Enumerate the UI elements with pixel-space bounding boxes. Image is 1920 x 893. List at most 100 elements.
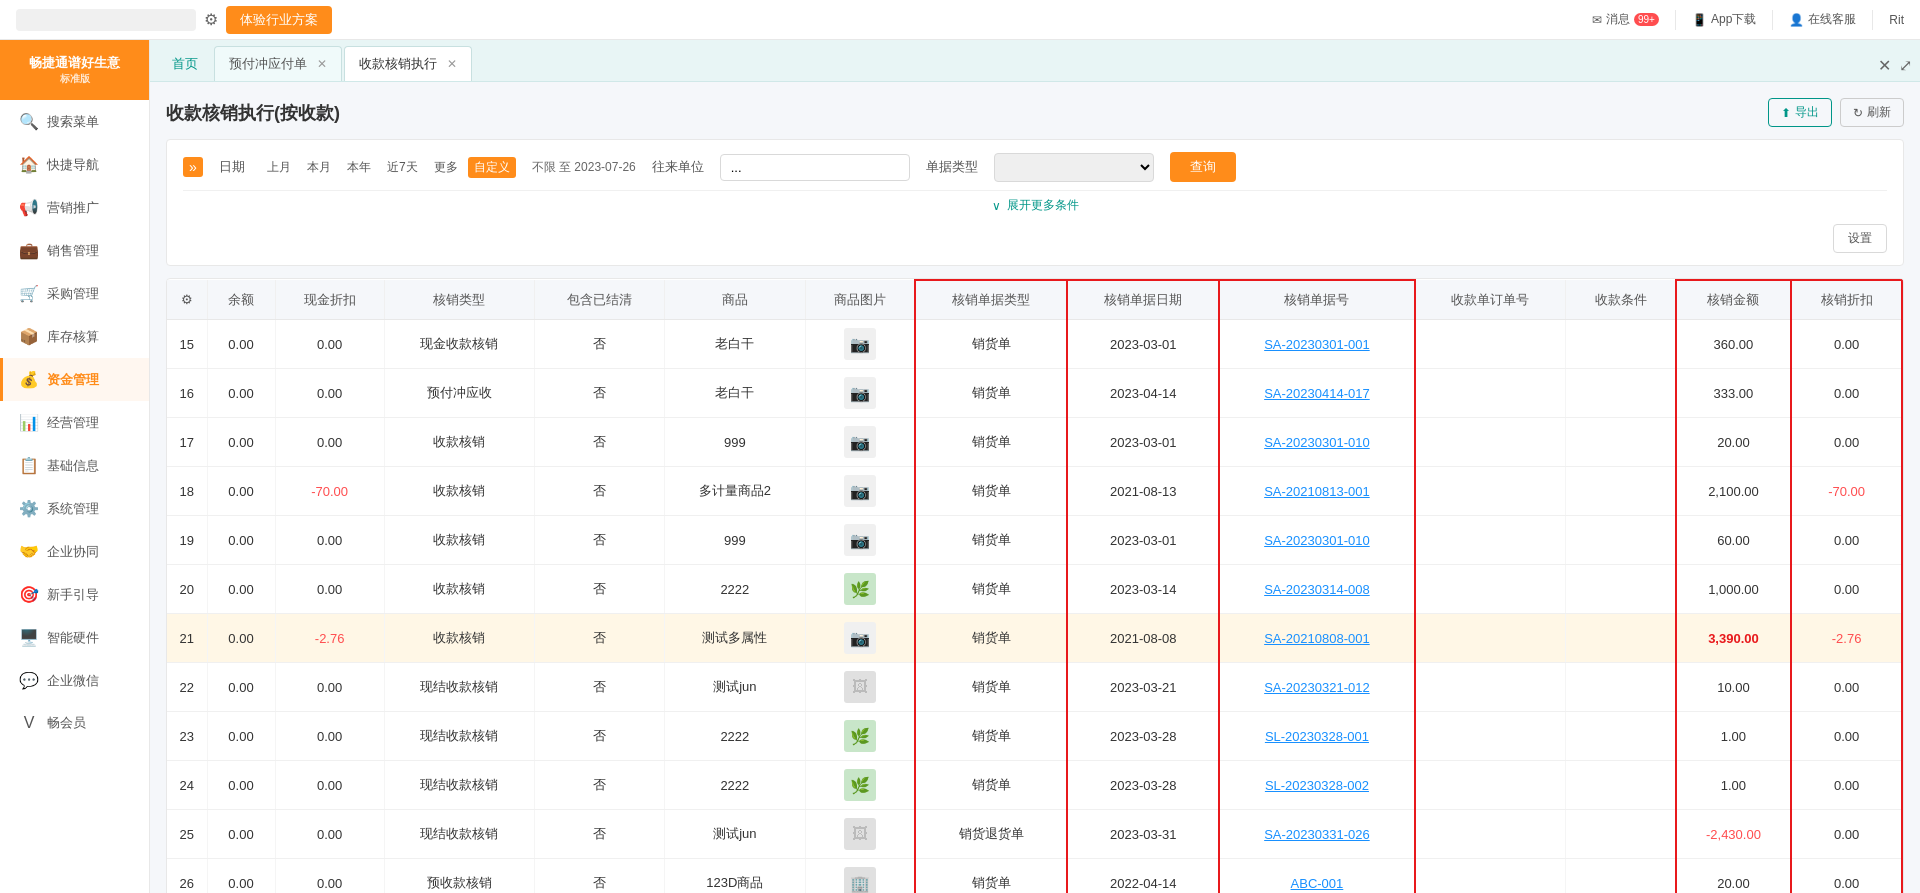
sidebar-item-guide[interactable]: 🎯 新手引导 xyxy=(0,573,149,616)
table-row: 210.00-2.76收款核销否测试多属性📷销货单2021-08-08SA-20… xyxy=(167,614,1902,663)
cell-writeoff-bill-no[interactable]: SA-20230301-010 xyxy=(1219,418,1414,467)
cell-writeoff-bill-no[interactable]: ABC-001 xyxy=(1219,859,1414,894)
tab-close-window-btn[interactable]: ✕ xyxy=(1878,56,1891,75)
date-btn-last-month[interactable]: 上月 xyxy=(261,157,297,178)
cell-writeoff-bill-date: 2023-03-31 xyxy=(1067,810,1219,859)
cell-writeoff-bill-no[interactable]: SA-20230314-008 xyxy=(1219,565,1414,614)
page-actions: ⬆ 导出 ↻ 刷新 xyxy=(1768,98,1904,127)
cell-writeoff-bill-no[interactable]: SA-20230331-026 xyxy=(1219,810,1414,859)
query-btn[interactable]: 查询 xyxy=(1170,152,1236,182)
online-service-btn[interactable]: 👤 在线客服 xyxy=(1789,11,1856,28)
setting-btn[interactable]: 设置 xyxy=(1833,224,1887,253)
cell-writeoff-bill-no[interactable]: SA-20230301-010 xyxy=(1219,516,1414,565)
sidebar-item-enterprise[interactable]: 🤝 企业协同 xyxy=(0,530,149,573)
sidebar-item-inventory[interactable]: 📦 库存核算 xyxy=(0,315,149,358)
th-writeoff-amount: 核销金额 xyxy=(1676,280,1791,320)
refresh-icon: ↻ xyxy=(1853,106,1863,120)
sidebar-item-business[interactable]: 📊 经营管理 xyxy=(0,401,149,444)
tab-writeoff[interactable]: 收款核销执行 ✕ xyxy=(344,46,472,81)
message-btn[interactable]: ✉ 消息 99+ xyxy=(1592,11,1659,28)
date-btn-more[interactable]: 更多 xyxy=(428,157,464,178)
sidebar-label-inventory: 库存核算 xyxy=(47,328,99,346)
sidebar-item-capital[interactable]: 💰 资金管理 xyxy=(0,358,149,401)
sidebar-item-sales[interactable]: 💼 销售管理 xyxy=(0,229,149,272)
tab-prepay-close[interactable]: ✕ xyxy=(317,57,327,71)
cell-writeoff-bill-type: 销货单 xyxy=(915,418,1067,467)
cell-receipt-condition xyxy=(1566,467,1676,516)
sidebar-item-hardware[interactable]: 🖥️ 智能硬件 xyxy=(0,616,149,659)
cell-writeoff-bill-type: 销货单 xyxy=(915,369,1067,418)
cell-writeoff-discount: 0.00 xyxy=(1791,320,1902,369)
cell-writeoff-bill-no[interactable]: SL-20230328-001 xyxy=(1219,712,1414,761)
cell-writeoff-bill-no[interactable]: SA-20230301-001 xyxy=(1219,320,1414,369)
cell-writeoff-bill-no[interactable]: SA-20230414-017 xyxy=(1219,369,1414,418)
table-row: 150.000.00现金收款核销否老白干📷销货单2023-03-01SA-202… xyxy=(167,320,1902,369)
cell-writeoff-type: 现结收款核销 xyxy=(384,663,534,712)
cell-receipt-order-no xyxy=(1415,663,1566,712)
search-input[interactable] xyxy=(16,9,196,31)
cell-writeoff-bill-date: 2021-08-08 xyxy=(1067,614,1219,663)
sidebar-item-basic[interactable]: 📋 基础信息 xyxy=(0,444,149,487)
cell-balance: 0.00 xyxy=(207,369,275,418)
sidebar-item-marketing[interactable]: 📢 营销推广 xyxy=(0,186,149,229)
sidebar-label-purchase: 采购管理 xyxy=(47,285,99,303)
cell-goods: 999 xyxy=(664,516,805,565)
refresh-btn[interactable]: ↻ 刷新 xyxy=(1840,98,1904,127)
cell-writeoff-bill-no[interactable]: SA-20210808-001 xyxy=(1219,614,1414,663)
gear-icon[interactable]: ⚙ xyxy=(204,10,218,29)
app-download-label: App下载 xyxy=(1711,11,1756,28)
tab-prepay[interactable]: 预付冲应付单 ✕ xyxy=(214,46,342,81)
cell-receipt-order-no xyxy=(1415,614,1566,663)
sidebar-item-system[interactable]: ⚙️ 系统管理 xyxy=(0,487,149,530)
cell-writeoff-amount: 20.00 xyxy=(1676,859,1791,894)
cell-goods-image: 📷 xyxy=(805,516,915,565)
cell-include-settled: 否 xyxy=(535,320,665,369)
cell-writeoff-amount: 1.00 xyxy=(1676,761,1791,810)
tab-home[interactable]: 首页 xyxy=(158,47,212,81)
cell-writeoff-bill-type: 销货单 xyxy=(915,614,1067,663)
cell-writeoff-bill-no[interactable]: SA-20230321-012 xyxy=(1219,663,1414,712)
cell-writeoff-bill-date: 2023-03-01 xyxy=(1067,320,1219,369)
sidebar-item-wechat[interactable]: 💬 企业微信 xyxy=(0,659,149,702)
date-btn-this-month[interactable]: 本月 xyxy=(301,157,337,178)
capital-icon: 💰 xyxy=(19,370,39,389)
cell-receipt-order-no xyxy=(1415,516,1566,565)
cell-writeoff-bill-no[interactable]: SL-20230328-002 xyxy=(1219,761,1414,810)
cell-receipt-condition xyxy=(1566,810,1676,859)
tab-writeoff-close[interactable]: ✕ xyxy=(447,57,457,71)
sidebar-item-quick-nav[interactable]: 🏠 快捷导航 xyxy=(0,143,149,186)
user-name[interactable]: Rit xyxy=(1889,13,1904,27)
export-btn[interactable]: ⬆ 导出 xyxy=(1768,98,1832,127)
cell-cash-discount: 0.00 xyxy=(275,859,384,894)
cell-writeoff-bill-no[interactable]: SA-20210813-001 xyxy=(1219,467,1414,516)
filter-row: » 日期 上月 本月 本年 近7天 更多 自定义 不限 至 2023-07-26… xyxy=(183,152,1887,182)
date-btn-custom[interactable]: 自定义 xyxy=(468,157,516,178)
cell-cash-discount: 0.00 xyxy=(275,663,384,712)
date-btn-7days[interactable]: 近7天 xyxy=(381,157,424,178)
from-unit-input[interactable] xyxy=(720,154,910,181)
sidebar-item-purchase[interactable]: 🛒 采购管理 xyxy=(0,272,149,315)
tab-maximize-btn[interactable]: ⤢ xyxy=(1899,56,1912,75)
cell-cash-discount: 0.00 xyxy=(275,369,384,418)
voucher-type-select[interactable] xyxy=(994,153,1154,182)
sidebar-label-capital: 资金管理 xyxy=(47,371,99,389)
cell-receipt-order-no xyxy=(1415,859,1566,894)
logo-text: 畅捷通谱好生意 xyxy=(29,54,120,72)
refresh-label: 刷新 xyxy=(1867,104,1891,121)
cell-writeoff-amount: 360.00 xyxy=(1676,320,1791,369)
cell-goods: 2222 xyxy=(664,565,805,614)
cell-goods-image: 🌿 xyxy=(805,761,915,810)
sidebar-item-member[interactable]: V 畅会员 xyxy=(0,702,149,744)
date-btn-this-year[interactable]: 本年 xyxy=(341,157,377,178)
sidebar-item-search[interactable]: 🔍 搜索菜单 xyxy=(0,100,149,143)
industry-btn[interactable]: 体验行业方案 xyxy=(226,6,332,34)
main-table: ⚙ 余额 现金折扣 核销类型 包含已结清 商品 商品图片 核销单据类型 核销单据… xyxy=(167,279,1903,893)
expand-btn[interactable]: » xyxy=(183,157,203,177)
more-filters-row[interactable]: ∨ 展开更多条件 xyxy=(183,190,1887,214)
cell-goods-image: 📷 xyxy=(805,369,915,418)
app-download-btn[interactable]: 📱 App下载 xyxy=(1692,11,1756,28)
cell-writeoff-bill-type: 销货单 xyxy=(915,320,1067,369)
cell-cash-discount: 0.00 xyxy=(275,418,384,467)
cell-writeoff-amount: 2,100.00 xyxy=(1676,467,1791,516)
table-header-row: ⚙ 余额 现金折扣 核销类型 包含已结清 商品 商品图片 核销单据类型 核销单据… xyxy=(167,280,1902,320)
